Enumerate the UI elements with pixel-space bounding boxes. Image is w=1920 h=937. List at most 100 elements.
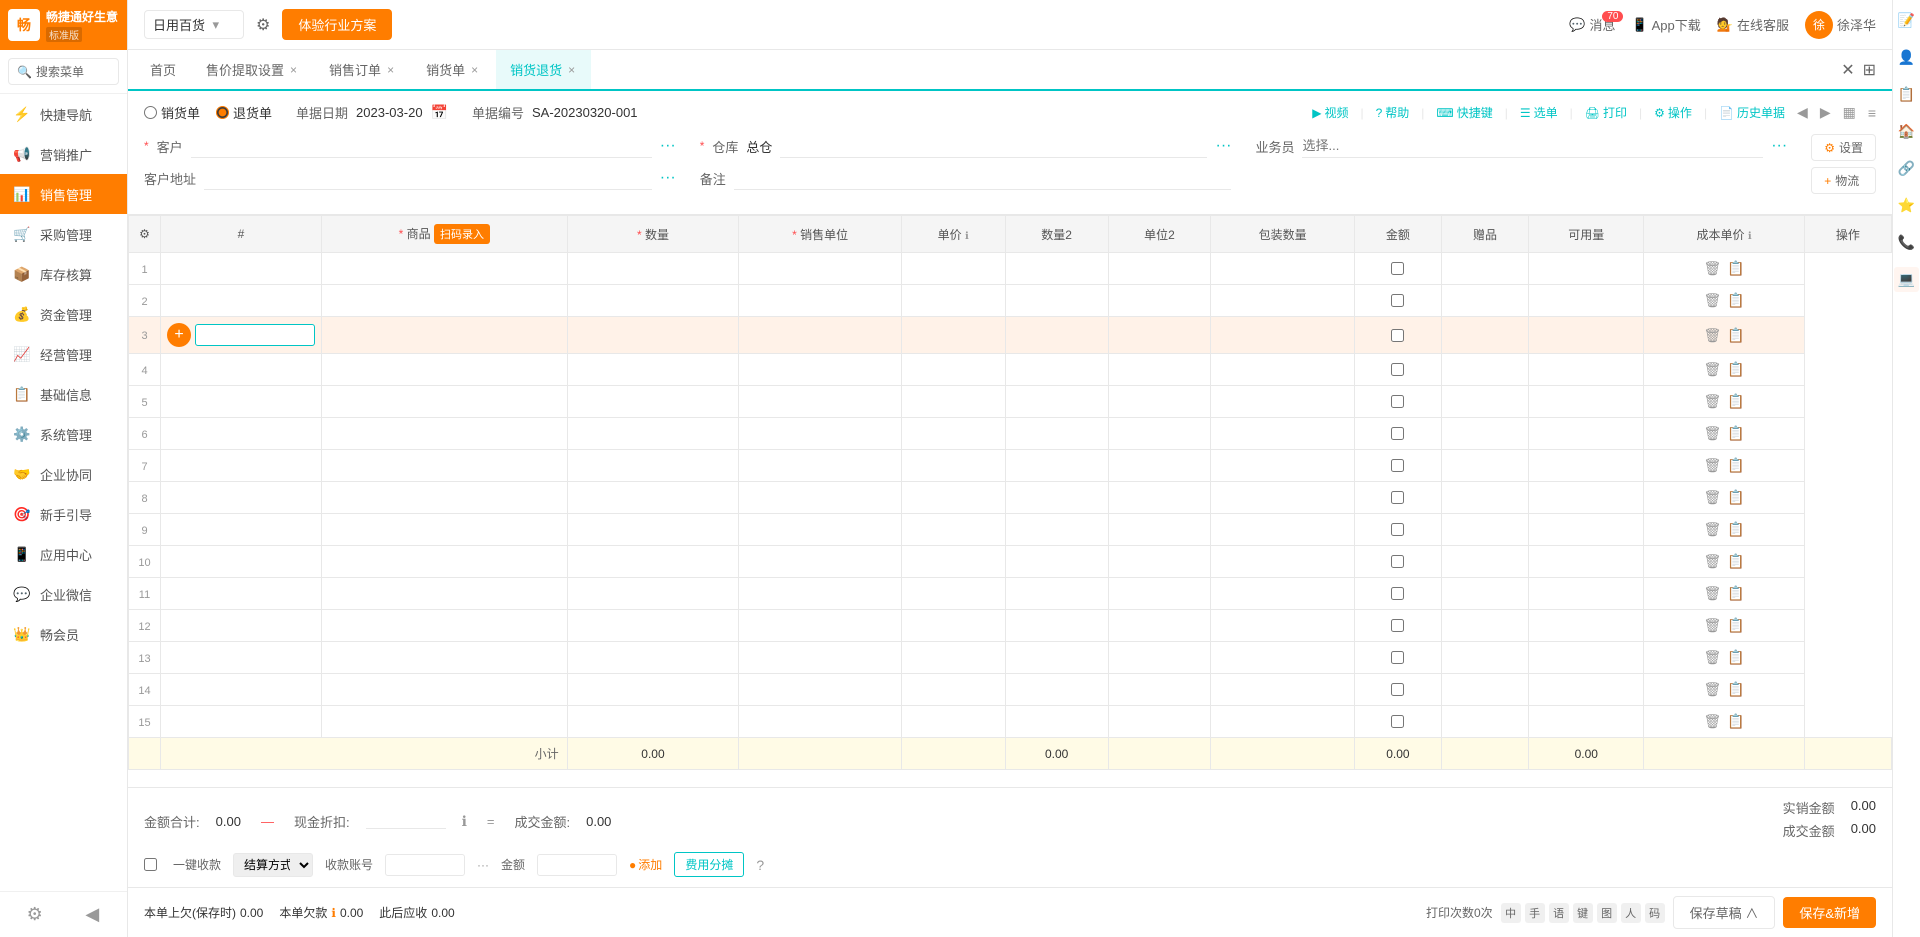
operate-button[interactable]: ⚙ 操作 [1654, 104, 1692, 121]
qty-input-12[interactable] [414, 619, 474, 633]
sidebar-search-area[interactable]: 🔍 搜索菜单 [0, 50, 127, 94]
qty2-cell[interactable] [901, 285, 1005, 317]
qty-cell[interactable] [322, 285, 568, 317]
unit-cell[interactable] [567, 418, 739, 450]
product-cell[interactable] [161, 482, 322, 514]
product-cell[interactable] [161, 514, 322, 546]
copy-row-button-14[interactable]: 📋 [1727, 681, 1744, 698]
tab-home[interactable]: 首页 [136, 50, 190, 91]
product-cell[interactable]: + [161, 317, 322, 354]
sidebar-item-finance[interactable]: 💰 资金管理 [0, 294, 127, 334]
product-input-14[interactable] [167, 683, 315, 697]
staff-select-icon[interactable]: ··· [1771, 137, 1787, 155]
message-button[interactable]: 💬 消息 70 [1569, 15, 1615, 34]
delete-row-button-9[interactable]: 🗑 [1704, 521, 1722, 538]
price-cell[interactable] [739, 482, 901, 514]
unit-input-6[interactable] [623, 427, 683, 441]
close-tab-button[interactable]: ✕ [1841, 60, 1854, 80]
address-select-icon[interactable]: ··· [660, 169, 676, 187]
copy-row-button-7[interactable]: 📋 [1727, 457, 1744, 474]
price-cell[interactable] [739, 674, 901, 706]
grid-view-button[interactable]: ▦ [1843, 104, 1856, 121]
unit-input-5[interactable] [623, 395, 683, 409]
qty-cell[interactable] [322, 578, 568, 610]
sidebar-item-shortcut[interactable]: ⚡ 快捷导航 [0, 94, 127, 134]
product-input-11[interactable] [167, 587, 315, 601]
qty-cell[interactable] [322, 354, 568, 386]
copy-row-button-15[interactable]: 📋 [1727, 713, 1744, 730]
product-input-13[interactable] [167, 651, 315, 665]
gift-cell[interactable] [1354, 514, 1441, 546]
qty-cell[interactable] [322, 706, 568, 738]
qty-cell[interactable] [322, 418, 568, 450]
qty-input-3[interactable] [414, 328, 474, 342]
price-cell[interactable] [739, 610, 901, 642]
close-sales-delivery-tab[interactable]: × [469, 61, 480, 79]
right-icon-5[interactable]: 🔗 [1894, 156, 1919, 181]
unit-input-7[interactable] [623, 459, 683, 473]
customer-select-icon[interactable]: ··· [660, 137, 676, 155]
gift-cell[interactable] [1354, 285, 1441, 317]
price-cell[interactable] [739, 514, 901, 546]
gift-checkbox-3[interactable] [1391, 329, 1404, 342]
settings-bottom-button[interactable]: ⚙ [8, 900, 62, 929]
product-input-1[interactable] [167, 262, 315, 276]
gift-checkbox-6[interactable] [1391, 427, 1404, 440]
tab-sales-order[interactable]: 销售订单 × [315, 50, 410, 91]
gift-cell[interactable] [1354, 706, 1441, 738]
sidebar-item-inventory[interactable]: 📦 库存核算 [0, 254, 127, 294]
unit-cell[interactable] [567, 706, 739, 738]
calendar-icon[interactable]: 📅 [431, 104, 448, 121]
qty-cell[interactable] [322, 546, 568, 578]
product-input-5[interactable] [167, 395, 315, 409]
product-cell[interactable] [161, 450, 322, 482]
unit-cell[interactable] [567, 610, 739, 642]
sidebar-item-newbie[interactable]: 🎯 新手引导 [0, 494, 127, 534]
product-cell[interactable] [161, 642, 322, 674]
delete-row-button-8[interactable]: 🗑 [1704, 489, 1722, 506]
qty-cell[interactable] [322, 482, 568, 514]
unit-cell[interactable] [567, 450, 739, 482]
calc-method-select[interactable]: 结算方式 [233, 853, 313, 877]
radio-sale-input[interactable] [144, 106, 157, 119]
qty-input-9[interactable] [414, 523, 474, 537]
gift-checkbox-8[interactable] [1391, 491, 1404, 504]
unit-input-2[interactable] [623, 294, 683, 308]
price-cell[interactable] [739, 317, 901, 354]
unit-input-10[interactable] [623, 555, 683, 569]
unit-cell[interactable] [567, 482, 739, 514]
unit-cell[interactable] [567, 253, 739, 285]
unit-input-8[interactable] [623, 491, 683, 505]
product-cell[interactable] [161, 386, 322, 418]
list-view-button[interactable]: ≡ [1868, 105, 1876, 121]
sidebar-item-operation[interactable]: 📈 经营管理 [0, 334, 127, 374]
product-cell[interactable] [161, 354, 322, 386]
tab-sales-delivery[interactable]: 销货单 × [412, 50, 494, 91]
tab-price-setting[interactable]: 售价提取设置 × [192, 50, 313, 91]
print-button[interactable]: 🖨 打印 [1585, 104, 1627, 121]
sidebar-item-marketing[interactable]: 📢 营销推广 [0, 134, 127, 174]
copy-row-button-8[interactable]: 📋 [1727, 489, 1744, 506]
product-cell[interactable] [161, 285, 322, 317]
gift-cell[interactable] [1354, 317, 1441, 354]
sidebar-item-system[interactable]: ⚙️ 系统管理 [0, 414, 127, 454]
price-cell[interactable] [739, 546, 901, 578]
add-button[interactable]: ● 添加 [629, 856, 662, 873]
product-input-12[interactable] [167, 619, 315, 633]
delete-row-button-11[interactable]: 🗑 [1704, 585, 1722, 602]
qty-input-14[interactable] [414, 683, 474, 697]
right-icon-2[interactable]: 👤 [1894, 45, 1919, 70]
qty-cell[interactable] [322, 610, 568, 642]
product-input-6[interactable] [167, 427, 315, 441]
product-input-2[interactable] [167, 294, 315, 308]
unit-input-9[interactable] [623, 523, 683, 537]
price-cell[interactable] [739, 418, 901, 450]
qty-input-11[interactable] [414, 587, 474, 601]
right-icon-6[interactable]: ⭐ [1894, 193, 1919, 218]
qty-cell[interactable] [322, 514, 568, 546]
staff-input[interactable] [1302, 134, 1763, 158]
unit-input-11[interactable] [623, 587, 683, 601]
qty2-cell[interactable] [901, 253, 1005, 285]
delete-row-button-12[interactable]: 🗑 [1704, 617, 1722, 634]
discount-input[interactable] [366, 813, 446, 829]
